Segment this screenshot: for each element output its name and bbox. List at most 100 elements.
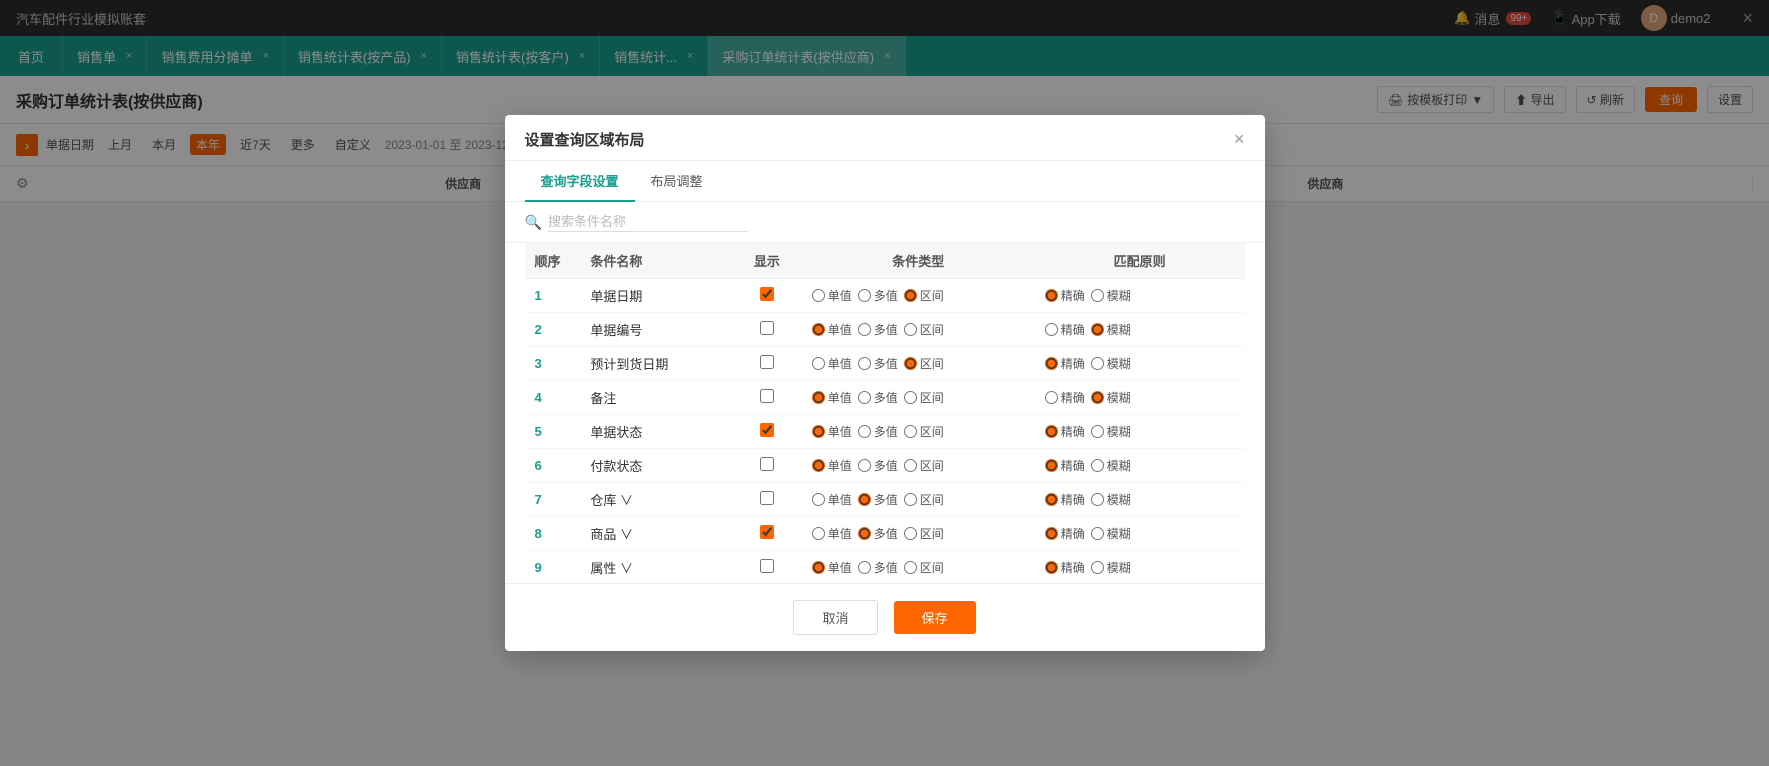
radio-type-区间-9[interactable]: [904, 561, 917, 574]
checkbox-display-5[interactable]: [760, 423, 774, 437]
checkbox-display-1[interactable]: [760, 287, 774, 301]
row-order-2: 2: [525, 313, 581, 347]
radio-type-多值-5[interactable]: [858, 425, 871, 438]
radio-match-模糊-2[interactable]: [1091, 323, 1104, 336]
dialog-tab-fields[interactable]: 查询字段设置: [525, 161, 635, 202]
search-icon: 🔍: [525, 214, 542, 231]
row-display-6[interactable]: [732, 449, 802, 483]
radio-match-精确-8[interactable]: [1045, 527, 1058, 540]
radio-type-多值-1[interactable]: [858, 289, 871, 302]
checkbox-display-7[interactable]: [760, 491, 774, 505]
row-match-1[interactable]: 精确模糊: [1035, 279, 1245, 313]
row-display-1[interactable]: [732, 279, 802, 313]
radio-match-模糊-1[interactable]: [1091, 289, 1104, 302]
radio-type-多值-6[interactable]: [858, 459, 871, 472]
th-order: 顺序: [525, 243, 581, 279]
radio-match-模糊-5[interactable]: [1091, 425, 1104, 438]
radio-type-区间-1[interactable]: [904, 289, 917, 302]
row-match-3[interactable]: 精确模糊: [1035, 347, 1245, 381]
row-name-8: 商品 ∨: [580, 517, 731, 551]
radio-match-精确-4[interactable]: [1045, 391, 1058, 404]
row-match-8[interactable]: 精确模糊: [1035, 517, 1245, 551]
radio-match-精确-7[interactable]: [1045, 493, 1058, 506]
row-type-2[interactable]: 单值多值区间: [802, 313, 1035, 347]
radio-type-区间-4[interactable]: [904, 391, 917, 404]
radio-type-多值-8[interactable]: [858, 527, 871, 540]
row-match-9[interactable]: 精确模糊: [1035, 551, 1245, 584]
row-match-2[interactable]: 精确模糊: [1035, 313, 1245, 347]
row-type-1[interactable]: 单值多值区间: [802, 279, 1035, 313]
row-display-2[interactable]: [732, 313, 802, 347]
radio-type-区间-3[interactable]: [904, 357, 917, 370]
radio-type-区间-5[interactable]: [904, 425, 917, 438]
row-type-7[interactable]: 单值多值区间: [802, 483, 1035, 517]
radio-match-精确-3[interactable]: [1045, 357, 1058, 370]
radio-type-多值-9[interactable]: [858, 561, 871, 574]
radio-match-精确-9[interactable]: [1045, 561, 1058, 574]
radio-match-模糊-3[interactable]: [1091, 357, 1104, 370]
dialog-tab-layout[interactable]: 布局调整: [635, 161, 719, 202]
row-match-5[interactable]: 精确模糊: [1035, 415, 1245, 449]
checkbox-display-6[interactable]: [760, 457, 774, 471]
radio-match-模糊-4[interactable]: [1091, 391, 1104, 404]
checkbox-display-9[interactable]: [760, 559, 774, 573]
row-display-7[interactable]: [732, 483, 802, 517]
row-display-4[interactable]: [732, 381, 802, 415]
row-type-9[interactable]: 单值多值区间: [802, 551, 1035, 584]
row-type-3[interactable]: 单值多值区间: [802, 347, 1035, 381]
radio-type-单值-1[interactable]: [812, 289, 825, 302]
row-type-6[interactable]: 单值多值区间: [802, 449, 1035, 483]
radio-type-多值-4[interactable]: [858, 391, 871, 404]
radio-type-区间-8[interactable]: [904, 527, 917, 540]
table-row: 4备注单值多值区间精确模糊: [525, 381, 1245, 415]
radio-type-区间-6[interactable]: [904, 459, 917, 472]
radio-match-精确-5[interactable]: [1045, 425, 1058, 438]
dialog-close-btn[interactable]: ×: [1234, 129, 1245, 150]
radio-type-单值-7[interactable]: [812, 493, 825, 506]
radio-type-单值-4[interactable]: [812, 391, 825, 404]
radio-type-单值-8[interactable]: [812, 527, 825, 540]
radio-type-单值-9[interactable]: [812, 561, 825, 574]
radio-match-模糊-6[interactable]: [1091, 459, 1104, 472]
radio-match-精确-6[interactable]: [1045, 459, 1058, 472]
row-match-6[interactable]: 精确模糊: [1035, 449, 1245, 483]
radio-match-模糊-9[interactable]: [1091, 561, 1104, 574]
table-row: 6付款状态单值多值区间精确模糊: [525, 449, 1245, 483]
row-name-9: 属性 ∨: [580, 551, 731, 584]
save-btn[interactable]: 保存: [894, 601, 976, 634]
checkbox-display-4[interactable]: [760, 389, 774, 403]
row-order-6: 6: [525, 449, 581, 483]
search-input[interactable]: [548, 212, 748, 232]
radio-type-单值-6[interactable]: [812, 459, 825, 472]
row-type-5[interactable]: 单值多值区间: [802, 415, 1035, 449]
table-row: 9属性 ∨单值多值区间精确模糊: [525, 551, 1245, 584]
modal-overlay: 设置查询区域布局 × 查询字段设置 布局调整 🔍 顺序 条件名称: [0, 0, 1769, 766]
dialog-header: 设置查询区域布局 ×: [505, 115, 1265, 161]
cancel-btn[interactable]: 取消: [793, 600, 877, 635]
radio-match-精确-2[interactable]: [1045, 323, 1058, 336]
row-display-8[interactable]: [732, 517, 802, 551]
radio-type-区间-7[interactable]: [904, 493, 917, 506]
radio-match-模糊-7[interactable]: [1091, 493, 1104, 506]
radio-type-单值-5[interactable]: [812, 425, 825, 438]
radio-type-多值-7[interactable]: [858, 493, 871, 506]
table-row: 1单据日期单值多值区间精确模糊: [525, 279, 1245, 313]
radio-type-多值-3[interactable]: [858, 357, 871, 370]
row-type-8[interactable]: 单值多值区间: [802, 517, 1035, 551]
row-match-4[interactable]: 精确模糊: [1035, 381, 1245, 415]
checkbox-display-3[interactable]: [760, 355, 774, 369]
row-display-5[interactable]: [732, 415, 802, 449]
row-display-9[interactable]: [732, 551, 802, 584]
checkbox-display-8[interactable]: [760, 525, 774, 539]
row-display-3[interactable]: [732, 347, 802, 381]
radio-type-区间-2[interactable]: [904, 323, 917, 336]
row-match-7[interactable]: 精确模糊: [1035, 483, 1245, 517]
radio-match-精确-1[interactable]: [1045, 289, 1058, 302]
checkbox-display-2[interactable]: [760, 321, 774, 335]
radio-type-单值-2[interactable]: [812, 323, 825, 336]
radio-type-单值-3[interactable]: [812, 357, 825, 370]
row-type-4[interactable]: 单值多值区间: [802, 381, 1035, 415]
radio-match-模糊-8[interactable]: [1091, 527, 1104, 540]
radio-type-多值-2[interactable]: [858, 323, 871, 336]
row-name-7: 仓库 ∨: [580, 483, 731, 517]
